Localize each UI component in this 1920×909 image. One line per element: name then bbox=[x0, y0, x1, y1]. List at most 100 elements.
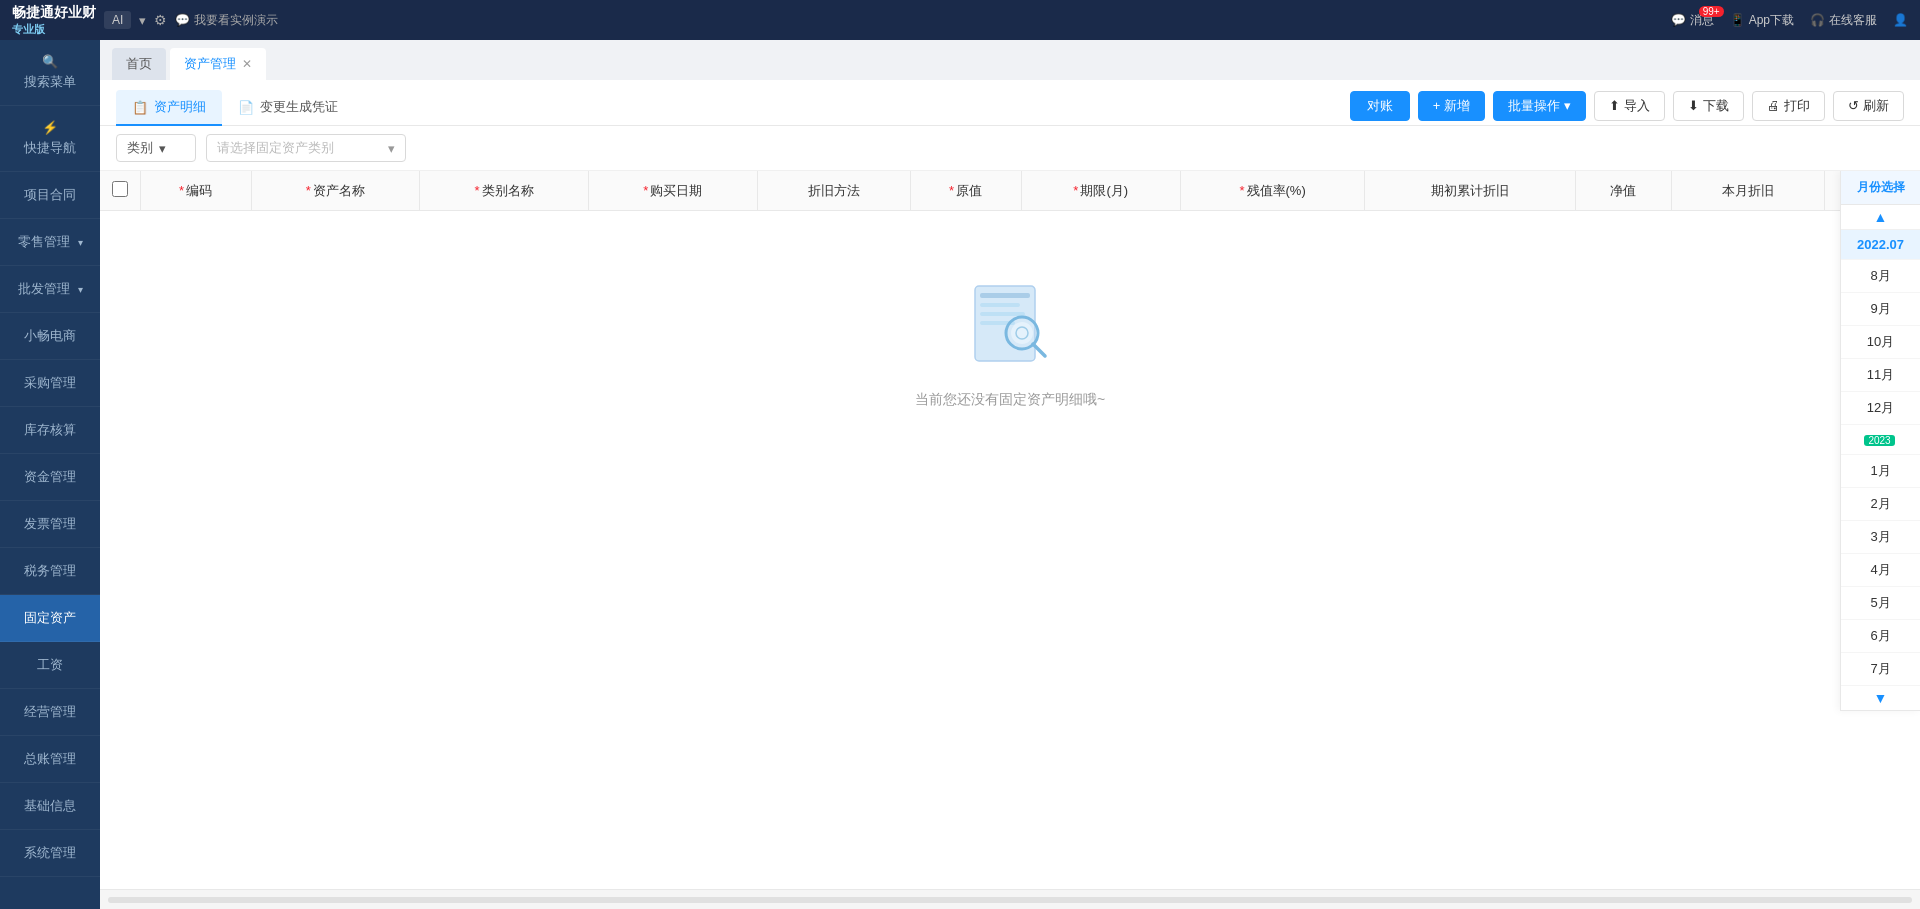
month-item-9[interactable]: 9月 bbox=[1841, 293, 1920, 326]
user-avatar: 👤 bbox=[1893, 13, 1908, 27]
top-bar-right: 💬 消息 99+ 📱 App下载 🎧 在线客服 👤 bbox=[1671, 12, 1908, 29]
assets-table: *编码 *资产名称 *类别名称 *购买日期 折旧方法 *原值 *期限(月) *残… bbox=[100, 171, 1920, 211]
search-icon: 🔍 bbox=[42, 54, 58, 69]
download-btn[interactable]: ⬇ 下载 bbox=[1673, 91, 1744, 121]
month-panel-header: 月份选择 bbox=[1841, 171, 1920, 205]
demo-link[interactable]: 💬 我要看实例演示 bbox=[175, 12, 278, 29]
sub-tab-change-voucher[interactable]: 📄 变更生成凭证 bbox=[222, 90, 354, 126]
main-layout: 🔍 搜索菜单 ⚡ 快捷导航 项目合同 零售管理 ▾ 批发管理 ▾ 小畅电商 采购… bbox=[0, 40, 1920, 909]
category-input[interactable]: 请选择固定资产类别 ▾ bbox=[206, 134, 406, 162]
quick-nav-icon: ⚡ bbox=[42, 120, 58, 135]
message-btn[interactable]: 💬 消息 99+ bbox=[1671, 12, 1714, 29]
month-item-current[interactable]: 2022.07 bbox=[1841, 230, 1920, 260]
th-checkbox bbox=[100, 171, 140, 211]
table-wrapper: *编码 *资产名称 *类别名称 *购买日期 折旧方法 *原值 *期限(月) *残… bbox=[100, 171, 1920, 889]
sidebar-item-system[interactable]: 系统管理 bbox=[0, 830, 100, 877]
month-panel: 月份选择 ▲ 2022.07 8月 9月 10月 11月 12月 2023 1月… bbox=[1840, 171, 1920, 711]
add-btn[interactable]: + 新增 bbox=[1418, 91, 1485, 121]
sidebar-item-purchase[interactable]: 采购管理 bbox=[0, 360, 100, 407]
month-item-2023[interactable]: 2023 bbox=[1841, 425, 1920, 455]
filter-bar: 类别 ▾ 请选择固定资产类别 ▾ bbox=[100, 126, 1920, 171]
batch-btn[interactable]: 批量操作 ▾ bbox=[1493, 91, 1586, 121]
app-download-icon: 📱 bbox=[1730, 13, 1745, 27]
batch-dropdown-icon: ▾ bbox=[1564, 98, 1571, 113]
sidebar-item-project[interactable]: 项目合同 bbox=[0, 172, 100, 219]
company-dropdown-icon[interactable]: ▾ bbox=[139, 13, 146, 28]
svg-point-6 bbox=[1011, 322, 1033, 344]
sidebar-item-quick-nav[interactable]: ⚡ 快捷导航 bbox=[0, 106, 100, 172]
sidebar-item-tax[interactable]: 税务管理 bbox=[0, 548, 100, 595]
tab-bar: 首页 资产管理 ✕ bbox=[100, 40, 1920, 80]
page-content: 📋 资产明细 📄 变更生成凭证 对账 + 新增 批量操作 ▾ ⬆ bbox=[100, 80, 1920, 909]
sidebar-item-general-ledger[interactable]: 总账管理 bbox=[0, 736, 100, 783]
empty-state: 当前您还没有固定资产明细哦~ bbox=[100, 211, 1920, 469]
svg-rect-2 bbox=[980, 303, 1020, 307]
sub-tabs: 📋 资产明细 📄 变更生成凭证 对账 + 新增 批量操作 ▾ ⬆ bbox=[100, 80, 1920, 126]
settings-icon[interactable]: ⚙ bbox=[154, 12, 167, 28]
svg-rect-3 bbox=[980, 312, 1025, 316]
tab-close-icon[interactable]: ✕ bbox=[242, 57, 252, 71]
month-panel-down-nav[interactable]: ▼ bbox=[1841, 686, 1920, 710]
app-download-btn[interactable]: 📱 App下载 bbox=[1730, 12, 1794, 29]
message-badge: 99+ bbox=[1699, 6, 1724, 17]
th-depreciation-method: 折旧方法 bbox=[757, 171, 910, 211]
month-item-4[interactable]: 4月 bbox=[1841, 554, 1920, 587]
message-icon: 💬 bbox=[1671, 13, 1686, 27]
user-info[interactable]: 👤 bbox=[1893, 13, 1908, 27]
sidebar-item-basic-info[interactable]: 基础信息 bbox=[0, 783, 100, 830]
th-period: *期限(月) bbox=[1021, 171, 1180, 211]
sidebar-item-wholesale[interactable]: 批发管理 ▾ bbox=[0, 266, 100, 313]
empty-text: 当前您还没有固定资产明细哦~ bbox=[915, 391, 1105, 409]
th-net-value: 净值 bbox=[1576, 171, 1671, 211]
month-item-10[interactable]: 10月 bbox=[1841, 326, 1920, 359]
top-bar-left: 畅捷通好业财 专业版 AI ▾ ⚙ 💬 我要看实例演示 bbox=[12, 4, 278, 37]
import-btn[interactable]: ⬆ 导入 bbox=[1594, 91, 1665, 121]
sidebar-item-operations[interactable]: 经营管理 bbox=[0, 689, 100, 736]
month-item-11[interactable]: 11月 bbox=[1841, 359, 1920, 392]
tab-asset-mgmt[interactable]: 资产管理 ✕ bbox=[170, 48, 266, 80]
sidebar-item-fixed-assets[interactable]: 固定资产 bbox=[0, 595, 100, 642]
month-item-8[interactable]: 8月 bbox=[1841, 260, 1920, 293]
sidebar-item-search[interactable]: 🔍 搜索菜单 bbox=[0, 40, 100, 106]
refresh-btn[interactable]: ↺ 刷新 bbox=[1833, 91, 1904, 121]
month-item-12[interactable]: 12月 bbox=[1841, 392, 1920, 425]
content-area: 首页 资产管理 ✕ 📋 资产明细 📄 变更生成凭证 对账 bbox=[100, 40, 1920, 909]
bottom-bar bbox=[100, 889, 1920, 909]
download-icon: ⬇ bbox=[1688, 98, 1699, 113]
th-original-value: *原值 bbox=[910, 171, 1021, 211]
company-selector[interactable]: AI bbox=[104, 11, 131, 29]
month-item-6[interactable]: 6月 bbox=[1841, 620, 1920, 653]
sidebar-item-inventory[interactable]: 库存核算 bbox=[0, 407, 100, 454]
online-service-icon: 🎧 bbox=[1810, 13, 1825, 27]
year-badge: 2023 bbox=[1864, 435, 1894, 446]
horizontal-scrollbar[interactable] bbox=[108, 897, 1912, 903]
asset-detail-icon: 📋 bbox=[132, 100, 148, 115]
month-item-5[interactable]: 5月 bbox=[1841, 587, 1920, 620]
category-select[interactable]: 类别 ▾ bbox=[116, 134, 196, 162]
online-service-btn[interactable]: 🎧 在线客服 bbox=[1810, 12, 1877, 29]
month-item-2[interactable]: 2月 bbox=[1841, 488, 1920, 521]
wholesale-arrow-icon: ▾ bbox=[78, 284, 83, 295]
empty-illustration bbox=[950, 271, 1070, 371]
month-item-7[interactable]: 7月 bbox=[1841, 653, 1920, 686]
sidebar-item-ecommerce[interactable]: 小畅电商 bbox=[0, 313, 100, 360]
change-voucher-icon: 📄 bbox=[238, 100, 254, 115]
app-logo: 畅捷通好业财 专业版 bbox=[12, 4, 96, 37]
sidebar-item-salary[interactable]: 工资 bbox=[0, 642, 100, 689]
th-accumulated-depreciation: 期初累计折旧 bbox=[1365, 171, 1576, 211]
reconcile-btn[interactable]: 对账 bbox=[1350, 91, 1410, 121]
sidebar-item-retail[interactable]: 零售管理 ▾ bbox=[0, 219, 100, 266]
month-item-3[interactable]: 3月 bbox=[1841, 521, 1920, 554]
import-icon: ⬆ bbox=[1609, 98, 1620, 113]
th-residual-rate: *残值率(%) bbox=[1180, 171, 1365, 211]
filter-dropdown-icon: ▾ bbox=[159, 141, 166, 156]
select-all-checkbox[interactable] bbox=[112, 181, 128, 197]
month-panel-up-nav[interactable]: ▲ bbox=[1841, 205, 1920, 230]
sub-tab-asset-detail[interactable]: 📋 资产明细 bbox=[116, 90, 222, 126]
sidebar-item-finance[interactable]: 资金管理 bbox=[0, 454, 100, 501]
tab-home[interactable]: 首页 bbox=[112, 48, 166, 80]
print-btn[interactable]: 🖨 打印 bbox=[1752, 91, 1825, 121]
sidebar-item-invoice[interactable]: 发票管理 bbox=[0, 501, 100, 548]
month-item-1[interactable]: 1月 bbox=[1841, 455, 1920, 488]
demo-icon: 💬 bbox=[175, 13, 190, 27]
